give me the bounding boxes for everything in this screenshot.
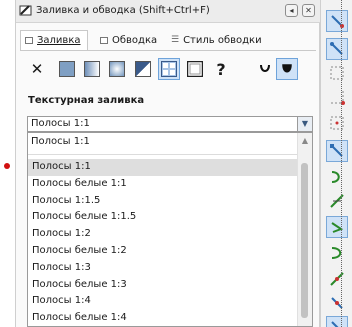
fill-type-toolbar: ✕ ? bbox=[26, 58, 316, 83]
swatch-button[interactable] bbox=[184, 58, 206, 80]
flat-color-button[interactable] bbox=[56, 58, 78, 80]
dropdown-item[interactable]: Полосы 1:3 bbox=[28, 260, 298, 277]
pattern-combobox[interactable]: Полосы 1:1 ▼ bbox=[27, 116, 313, 132]
fill-stroke-icon bbox=[19, 5, 32, 16]
tab-stroke-style[interactable]: ☰ Стиль обводки bbox=[171, 30, 262, 50]
nonzero-icon bbox=[282, 64, 292, 73]
section-title: Текстурная заливка bbox=[28, 95, 145, 106]
unset-paint-button[interactable]: ? bbox=[210, 58, 232, 80]
tab-fill-label: Заливка bbox=[37, 35, 81, 46]
dropdown-item[interactable]: Полосы белые 1:2 bbox=[28, 243, 298, 260]
mesh-gradient-icon bbox=[135, 61, 151, 77]
mesh-gradient-button[interactable] bbox=[132, 58, 154, 80]
snap-path-intersections-button[interactable] bbox=[326, 190, 348, 212]
snap-cusp-nodes-button[interactable] bbox=[326, 216, 348, 238]
snap-centers-button[interactable] bbox=[326, 316, 348, 327]
snap-bbox-edges-button[interactable] bbox=[326, 62, 348, 84]
pattern-combobox-value: Полосы 1:1 bbox=[31, 118, 90, 129]
dropdown-item[interactable]: Полосы 1:2 bbox=[28, 226, 298, 243]
pattern-button[interactable] bbox=[158, 58, 180, 80]
radial-gradient-button[interactable] bbox=[106, 58, 128, 80]
snap-toggle-button[interactable] bbox=[326, 10, 348, 32]
app-root: Заливка и обводка (Shift+Ctrl+F) ◂ ✕ Зал… bbox=[0, 0, 352, 327]
stroke-style-tab-icon: ☰ bbox=[171, 35, 180, 45]
linear-gradient-icon bbox=[84, 61, 100, 77]
swatch-icon bbox=[187, 61, 203, 77]
snap-bbox-midpoints-button[interactable] bbox=[326, 112, 348, 134]
unset-paint-icon: ? bbox=[216, 59, 226, 79]
dropdown-item[interactable]: Полосы белые 1:1 bbox=[28, 176, 298, 193]
toolbar-dotted-divider bbox=[341, 0, 343, 327]
dropdown-item[interactable]: Полосы белые 1:3 bbox=[28, 277, 298, 294]
snap-line-midpoints-button[interactable] bbox=[326, 268, 348, 290]
dialog-titlebar: Заливка и обводка (Shift+Ctrl+F) ◂ ✕ bbox=[16, 0, 320, 23]
flat-color-icon bbox=[59, 61, 75, 77]
dropdown-separator bbox=[28, 154, 298, 155]
snap-smooth-nodes-button[interactable] bbox=[326, 242, 348, 264]
dropdown-item[interactable]: Полосы 1:4 bbox=[28, 293, 298, 310]
tab-stroke-paint[interactable]: Обводка bbox=[100, 30, 157, 50]
scroll-up-icon[interactable]: ▲ bbox=[298, 135, 312, 147]
snap-nodes-button[interactable] bbox=[326, 140, 348, 162]
tab-stroke-paint-label: Обводка bbox=[112, 34, 158, 46]
pattern-dropdown-list: Полосы 1:1 Полосы 1:1 Полосы белые 1:1 Пол… bbox=[27, 132, 313, 327]
canvas-area[interactable] bbox=[0, 0, 15, 327]
dropdown-current-item[interactable]: Полосы 1:1 bbox=[31, 136, 90, 147]
snap-object-midpoints-button[interactable] bbox=[326, 292, 348, 314]
no-paint-icon: ✕ bbox=[30, 60, 44, 78]
dropdown-items: Полосы 1:1 Полосы белые 1:1 Полосы 1:1.5 По… bbox=[28, 159, 298, 326]
dropdown-item[interactable]: Полосы 1:1.5 bbox=[28, 193, 298, 210]
fill-rule-nonzero-button[interactable] bbox=[276, 58, 298, 80]
tab-divider bbox=[20, 50, 316, 51]
no-paint-button[interactable]: ✕ bbox=[26, 58, 48, 80]
fill-stroke-dialog: Заливка и обводка (Shift+Ctrl+F) ◂ ✕ Зал… bbox=[15, 0, 320, 327]
pattern-icon bbox=[161, 61, 177, 77]
tab-fill[interactable]: Заливка bbox=[20, 30, 88, 50]
snap-toolbar bbox=[320, 0, 352, 327]
dropdown-scrollbar[interactable]: ▲ bbox=[297, 133, 312, 326]
dialog-title: Заливка и обводка (Shift+Ctrl+F) bbox=[36, 5, 210, 16]
scrollbar-thumb[interactable] bbox=[301, 163, 308, 318]
fill-tab-icon bbox=[25, 37, 33, 44]
fill-rule-evenodd-button[interactable] bbox=[254, 58, 276, 80]
snap-bbox-corners-button[interactable] bbox=[326, 86, 348, 108]
radial-gradient-icon bbox=[109, 61, 125, 77]
snap-bbox-button[interactable] bbox=[326, 38, 348, 60]
chevron-down-icon[interactable]: ▼ bbox=[297, 117, 312, 131]
dropdown-item[interactable]: Полосы белые 1:1.5 bbox=[28, 209, 298, 226]
stroke-paint-tab-icon bbox=[100, 36, 108, 44]
dock-button[interactable]: ◂ bbox=[285, 4, 298, 17]
evenodd-icon bbox=[260, 64, 270, 72]
tab-stroke-style-label: Стиль обводки bbox=[183, 34, 262, 46]
snap-paths-button[interactable] bbox=[326, 166, 348, 188]
dropdown-item[interactable]: Полосы белые 1:4 bbox=[28, 310, 298, 326]
dropdown-item[interactable]: Полосы 1:1 bbox=[28, 159, 298, 176]
close-button[interactable]: ✕ bbox=[302, 4, 315, 17]
canvas-node-marker bbox=[4, 163, 10, 169]
linear-gradient-button[interactable] bbox=[81, 58, 103, 80]
